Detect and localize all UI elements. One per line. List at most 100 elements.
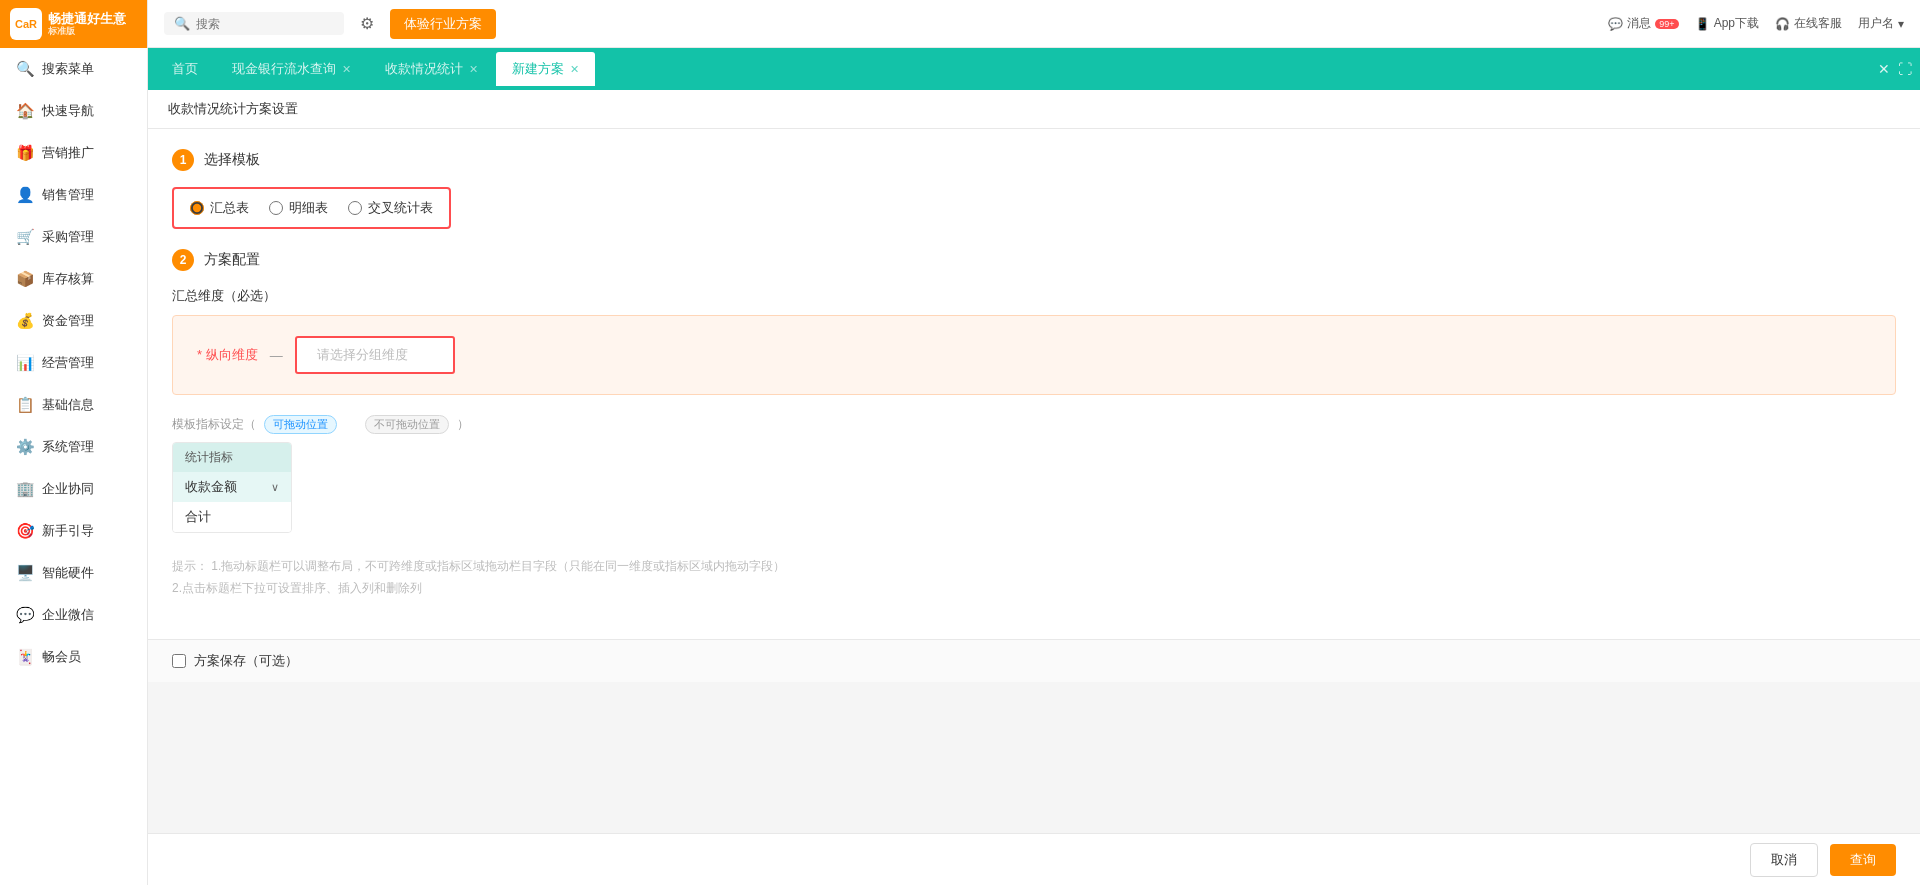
- sidebar-item-quick-nav[interactable]: 🏠 快速导航: [0, 90, 147, 132]
- step1-title: 选择模板: [204, 151, 260, 169]
- metrics-label-end: ）: [457, 416, 469, 433]
- sidebar-item-member[interactable]: 🃏 畅会员: [0, 636, 147, 678]
- user-menu[interactable]: 用户名 ▾: [1858, 15, 1904, 32]
- app-download-button[interactable]: 📱 App下载: [1695, 15, 1759, 32]
- step2-number: 2: [172, 249, 194, 271]
- logo-icon-text: CaR: [15, 18, 37, 30]
- online-service-label: 在线客服: [1794, 15, 1842, 32]
- basic-info-icon: 📋: [16, 396, 34, 414]
- page-content: 收款情况统计方案设置 1 选择模板 汇总表: [148, 90, 1920, 833]
- dim-select-dropdown[interactable]: 请选择分组维度: [295, 336, 455, 374]
- stats-row-total: 合计: [173, 502, 291, 532]
- sidebar-item-finance[interactable]: 💰 资金管理: [0, 300, 147, 342]
- dimension-label-text: 汇总维度（必选）: [172, 288, 276, 303]
- metrics-label-text2: [345, 416, 357, 433]
- sidebar-item-label: 新手引导: [42, 522, 94, 540]
- tip-2: 2.点击标题栏下拉可设置排序、插入列和删除列: [172, 578, 1896, 600]
- sidebar-item-basic-info[interactable]: 📋 基础信息: [0, 384, 147, 426]
- tab-new-plan-close-icon[interactable]: ✕: [570, 63, 579, 76]
- cancel-button[interactable]: 取消: [1750, 843, 1818, 877]
- marketing-icon: 🎁: [16, 144, 34, 162]
- sidebar-item-inventory[interactable]: 📦 库存核算: [0, 258, 147, 300]
- system-icon: ⚙️: [16, 438, 34, 456]
- online-service-button[interactable]: 🎧 在线客服: [1775, 15, 1842, 32]
- stats-col-label: 收款金额: [185, 478, 237, 496]
- sidebar-item-marketing[interactable]: 🎁 营销推广: [0, 132, 147, 174]
- finance-icon: 💰: [16, 312, 34, 330]
- sidebar-item-label: 畅会员: [42, 648, 81, 666]
- sidebar-item-sales[interactable]: 👤 销售管理: [0, 174, 147, 216]
- tab-bank-flow-close-icon[interactable]: ✕: [342, 63, 351, 76]
- sidebar-item-system[interactable]: ⚙️ 系统管理: [0, 426, 147, 468]
- logo-sub-text: 标准版: [48, 26, 126, 37]
- query-button[interactable]: 查询: [1830, 844, 1896, 876]
- sidebar-item-label: 智能硬件: [42, 564, 94, 582]
- enterprise-icon: 🏢: [16, 480, 34, 498]
- main-area: 🔍 ⚙ 体验行业方案 💬 消息 99+ 📱 App下载 🎧 在线客服 用户名 ▾: [148, 0, 1920, 885]
- tab-new-plan[interactable]: 新建方案 ✕: [496, 52, 595, 86]
- search-box[interactable]: 🔍: [164, 12, 344, 35]
- metrics-section: 模板指标设定（ 可拖动位置 不可拖动位置 ） 统计指标 收款金额 ∨: [172, 415, 1896, 536]
- sidebar-item-label: 企业协同: [42, 480, 94, 498]
- vertical-dim-label: * 纵向维度: [197, 346, 258, 364]
- tip-1: 提示： 1.拖动标题栏可以调整布局，不可跨维度或指标区域拖动栏目字段（只能在同一…: [172, 556, 1896, 578]
- sidebar-item-purchase[interactable]: 🛒 采购管理: [0, 216, 147, 258]
- sidebar-item-operation[interactable]: 📊 经营管理: [0, 342, 147, 384]
- step2-header: 2 方案配置: [172, 249, 1896, 271]
- sidebar-item-label: 企业微信: [42, 606, 94, 624]
- radio-summary-label: 汇总表: [210, 199, 249, 217]
- sidebar-item-newbie[interactable]: 🎯 新手引导: [0, 510, 147, 552]
- maximize-window-icon[interactable]: ⛶: [1898, 61, 1912, 77]
- stats-box: 统计指标 收款金额 ∨ 合计: [172, 442, 292, 533]
- sidebar-item-wechat[interactable]: 💬 企业微信: [0, 594, 147, 636]
- tab-collection-stats[interactable]: 收款情况统计 ✕: [369, 52, 494, 86]
- tabbar-controls: ✕ ⛶: [1878, 61, 1912, 77]
- fixed-badge: 不可拖动位置: [365, 415, 449, 434]
- search-menu-icon: 🔍: [16, 60, 34, 78]
- stats-title: 统计指标: [173, 443, 291, 472]
- logo-main-text: 畅捷通好生意: [48, 11, 126, 27]
- settings-icon[interactable]: ⚙: [360, 14, 374, 33]
- draggable-badge: 可拖动位置: [264, 415, 337, 434]
- sidebar-item-label: 基础信息: [42, 396, 94, 414]
- tab-bank-flow[interactable]: 现金银行流水查询 ✕: [216, 52, 367, 86]
- search-input[interactable]: [196, 17, 316, 31]
- radio-summary[interactable]: 汇总表: [190, 199, 249, 217]
- stats-total-label: 合计: [185, 509, 211, 524]
- user-name: 用户名: [1858, 15, 1894, 32]
- radio-cross-input[interactable]: [348, 201, 362, 215]
- tab-new-plan-label: 新建方案: [512, 60, 564, 78]
- template-options-box: 汇总表 明细表 交叉统计表: [172, 187, 451, 229]
- trial-button[interactable]: 体验行业方案: [390, 9, 496, 39]
- tab-home-label: 首页: [172, 60, 198, 78]
- stats-col-header[interactable]: 收款金额 ∨: [173, 472, 291, 502]
- close-window-icon[interactable]: ✕: [1878, 61, 1890, 77]
- tab-bank-flow-label: 现金银行流水查询: [232, 60, 336, 78]
- stats-col-dropdown-icon[interactable]: ∨: [271, 481, 279, 494]
- notification-icon: 💬: [1608, 17, 1623, 31]
- radio-cross[interactable]: 交叉统计表: [348, 199, 433, 217]
- save-checkbox[interactable]: [172, 654, 186, 668]
- save-option-label: 方案保存（可选）: [194, 652, 298, 670]
- sidebar-item-search-menu[interactable]: 🔍 搜索菜单: [0, 48, 147, 90]
- sidebar-item-label: 快速导航: [42, 102, 94, 120]
- notification-button[interactable]: 💬 消息 99+: [1608, 15, 1678, 32]
- metrics-label-text: 模板指标设定（: [172, 416, 256, 433]
- tab-collection-stats-close-icon[interactable]: ✕: [469, 63, 478, 76]
- template-radio-group: 汇总表 明细表 交叉统计表: [190, 199, 433, 217]
- smart-hw-icon: 🖥️: [16, 564, 34, 582]
- sidebar-item-smart-hw[interactable]: 🖥️ 智能硬件: [0, 552, 147, 594]
- sidebar-item-enterprise[interactable]: 🏢 企业协同: [0, 468, 147, 510]
- radio-detail[interactable]: 明细表: [269, 199, 328, 217]
- sidebar: CaR 畅捷通好生意 标准版 🔍 搜索菜单 🏠 快速导航 🎁 营销推广 👤 销售…: [0, 0, 148, 885]
- logo-icon: CaR: [10, 8, 42, 40]
- app-download-label: App下载: [1714, 15, 1759, 32]
- search-icon: 🔍: [174, 16, 190, 31]
- tips-section: 提示： 1.拖动标题栏可以调整布局，不可跨维度或指标区域拖动栏目字段（只能在同一…: [172, 556, 1896, 599]
- sidebar-item-label: 经营管理: [42, 354, 94, 372]
- radio-detail-input[interactable]: [269, 201, 283, 215]
- page-header: 收款情况统计方案设置: [148, 90, 1920, 129]
- radio-cross-label: 交叉统计表: [368, 199, 433, 217]
- radio-summary-input[interactable]: [190, 201, 204, 215]
- tab-home[interactable]: 首页: [156, 52, 214, 86]
